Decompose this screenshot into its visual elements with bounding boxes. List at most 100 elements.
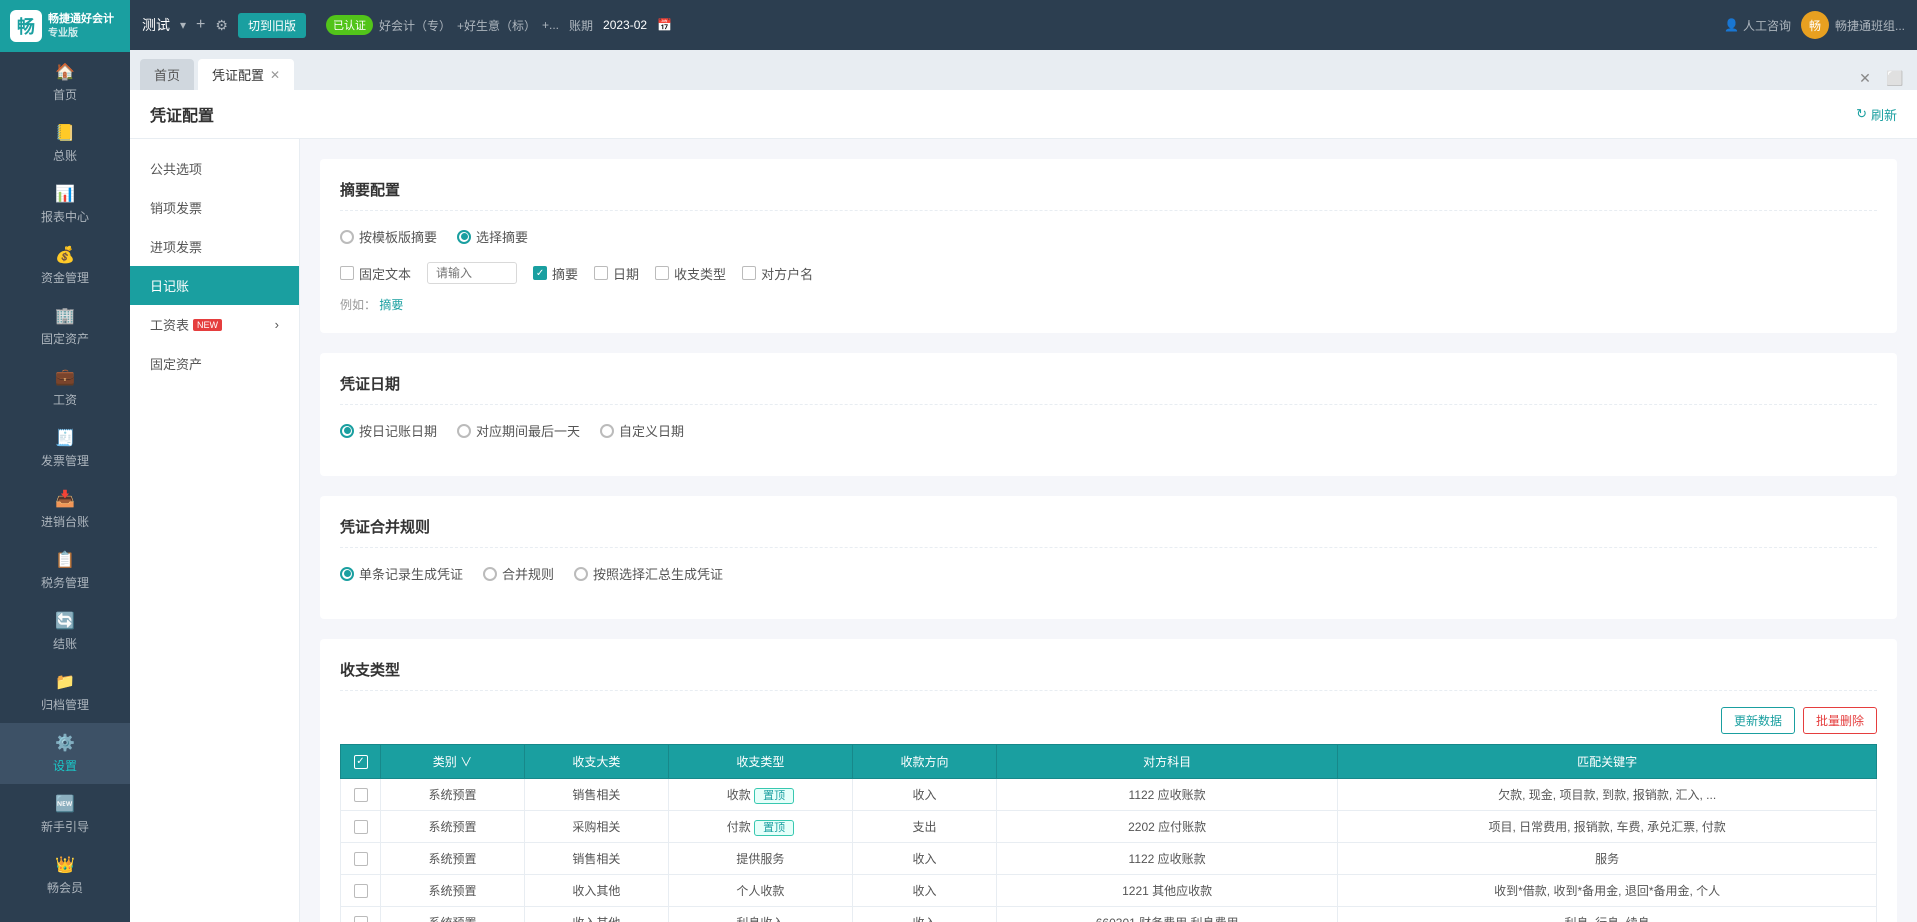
checkbox-label: 摘要: [552, 264, 578, 283]
radio-select-total[interactable]: 按照选择汇总生成凭证: [574, 564, 723, 583]
sidebar-item-reports[interactable]: 📊 报表中心: [0, 174, 130, 235]
archive-icon: 📁: [55, 672, 75, 692]
td-keywords: 服务: [1338, 843, 1877, 875]
td-checkbox[interactable]: [341, 875, 381, 907]
radio-template[interactable]: 按模板版摘要: [340, 227, 437, 246]
radio-journal-date[interactable]: 按日记账日期: [340, 421, 437, 440]
voucher-merge-title: 凭证合并规则: [340, 516, 1877, 548]
window-maximize-btn[interactable]: ⬜: [1883, 66, 1907, 90]
payment-types-title: 收支类型: [340, 659, 1877, 691]
topbar-right: 👤 人工咨询 畅 畅捷通班组...: [1724, 11, 1905, 39]
checkbox-payment-type[interactable]: 收支类型: [655, 264, 726, 283]
consult-btn[interactable]: 👤 人工咨询: [1724, 17, 1791, 34]
left-menu-item-purchase-invoice[interactable]: 进项发票: [130, 227, 299, 266]
update-data-btn[interactable]: 更新数据: [1721, 707, 1795, 734]
td-checkbox[interactable]: [341, 811, 381, 843]
td-checkbox[interactable]: [341, 779, 381, 811]
left-menu-label: 工资表 NEW: [150, 315, 222, 334]
td-type: 利息收入: [668, 907, 852, 922]
sidebar-item-assets[interactable]: 🏢 固定资产: [0, 296, 130, 357]
sidebar-item-settings[interactable]: ⚙️ 设置: [0, 723, 130, 784]
radio-circle-checked: [340, 424, 354, 438]
topbar-dropdown-arrow[interactable]: ▾: [180, 18, 186, 32]
refresh-btn[interactable]: ↻ 刷新: [1856, 105, 1897, 124]
payment-types-table: ✓ 类别 ∨ 收支大类 收支类型 收款方向 对方科目 匹配关键字: [340, 744, 1877, 922]
switch-version-btn[interactable]: 切到旧版: [238, 13, 306, 38]
consult-icon: 👤: [1724, 18, 1739, 32]
select-all-checkbox[interactable]: ✓: [354, 755, 368, 769]
sidebar-item-tax[interactable]: 📋 税务管理: [0, 540, 130, 601]
td-checkbox[interactable]: [341, 843, 381, 875]
sidebar-item-funds[interactable]: 💰 资金管理: [0, 235, 130, 296]
left-menu-item-sales-invoice[interactable]: 销项发票: [130, 188, 299, 227]
td-checkbox[interactable]: [341, 907, 381, 922]
topbar-add-btn[interactable]: +: [196, 16, 205, 34]
table-actions: 更新数据 批量删除: [340, 707, 1877, 734]
checkbox-box-checked: ✓: [533, 266, 547, 280]
user-area[interactable]: 畅 畅捷通班组...: [1801, 11, 1905, 39]
sidebar-item-label: 报表中心: [41, 208, 89, 225]
checkbox-box: [742, 266, 756, 280]
left-menu: 公共选项 销项发票 进项发票 日记账 工资表 NEW › 固定资产: [130, 139, 300, 922]
badge-haokuai: 好会计（专）: [379, 17, 451, 34]
tag-top[interactable]: 置顶: [754, 788, 794, 804]
checkbox-box: [655, 266, 669, 280]
td-type: 个人收款: [668, 875, 852, 907]
radio-custom-date[interactable]: 自定义日期: [600, 421, 684, 440]
sidebar-item-label: 设置: [53, 757, 77, 774]
refresh-icon: ↻: [1856, 106, 1867, 122]
fixed-text-input[interactable]: [427, 262, 517, 284]
checkbox-fixed-text[interactable]: 固定文本: [340, 264, 411, 283]
tag-top[interactable]: 置顶: [754, 820, 794, 836]
radio-label: 选择摘要: [476, 227, 528, 246]
sidebar: 畅 畅捷通好会计 专业版 🏠 首页 📒 总账 📊 报表中心 💰: [0, 0, 130, 922]
sidebar-item-invoice-mgmt[interactable]: 🧾 发票管理: [0, 418, 130, 479]
table-row: 系统预置 收入其他 个人收款 收入 1221 其他应收款 收到*借款, 收到*备…: [341, 875, 1877, 907]
td-category: 系统预置: [381, 843, 525, 875]
left-menu-item-public[interactable]: 公共选项: [130, 149, 299, 188]
sidebar-item-member[interactable]: 👑 畅会员: [0, 845, 130, 906]
td-major: 收入其他: [524, 907, 668, 922]
sidebar-item-label: 首页: [53, 86, 77, 103]
tab-home[interactable]: 首页: [140, 59, 194, 90]
sidebar-item-ledger[interactable]: 📒 总账: [0, 113, 130, 174]
calendar-icon[interactable]: 📅: [657, 18, 672, 32]
logo-icon: 畅: [10, 10, 42, 42]
topbar-settings-btn[interactable]: ⚙: [215, 17, 228, 34]
example-value: 摘要: [379, 298, 403, 312]
settings-icon: ⚙️: [55, 733, 75, 753]
sidebar-item-label: 资金管理: [41, 269, 89, 286]
settle-icon: 🔄: [55, 611, 75, 631]
left-menu-item-journal[interactable]: 日记账: [130, 266, 299, 305]
sidebar-item-salary[interactable]: 💼 工资: [0, 357, 130, 418]
checkbox-summary[interactable]: ✓ 摘要: [533, 264, 578, 283]
td-keywords: 收到*借款, 收到*备用金, 退回*备用金, 个人: [1338, 875, 1877, 907]
radio-merge-rule[interactable]: 合并规则: [483, 564, 554, 583]
td-type: 付款 置顶: [668, 811, 852, 843]
tab-voucher-config[interactable]: 凭证配置 ✕: [198, 59, 294, 90]
refresh-label: 刷新: [1871, 105, 1897, 124]
radio-single[interactable]: 单条记录生成凭证: [340, 564, 463, 583]
radio-circle: [483, 567, 497, 581]
window-close-btn[interactable]: ✕: [1853, 66, 1877, 90]
col-category: 类别 ∨: [381, 745, 525, 779]
topbar-badges: 已认证 好会计（专） +好生意（标） +...: [326, 15, 559, 35]
purchase-icon: 📥: [55, 489, 75, 509]
payment-types-section: 收支类型 更新数据 批量删除 ✓ 类别 ∨ 收支大类: [320, 639, 1897, 922]
td-type: 提供服务: [668, 843, 852, 875]
sidebar-item-archive[interactable]: 📁 归档管理: [0, 662, 130, 723]
checkbox-counterparty[interactable]: 对方户名: [742, 264, 813, 283]
td-major: 收入其他: [524, 875, 668, 907]
batch-delete-btn[interactable]: 批量删除: [1803, 707, 1877, 734]
checkbox-date[interactable]: 日期: [594, 264, 639, 283]
sidebar-item-guide[interactable]: 🆕 新手引导: [0, 784, 130, 845]
tab-close-icon[interactable]: ✕: [270, 68, 280, 82]
radio-select[interactable]: 选择摘要: [457, 227, 528, 246]
sidebar-item-purchase[interactable]: 📥 进销台账: [0, 479, 130, 540]
left-menu-item-salary-table[interactable]: 工资表 NEW ›: [130, 305, 299, 344]
sidebar-item-settle[interactable]: 🔄 结账: [0, 601, 130, 662]
radio-circle: [340, 230, 354, 244]
sidebar-item-home[interactable]: 🏠 首页: [0, 52, 130, 113]
radio-period-last[interactable]: 对应期间最后一天: [457, 421, 580, 440]
left-menu-item-fixed-assets[interactable]: 固定资产: [130, 344, 299, 383]
